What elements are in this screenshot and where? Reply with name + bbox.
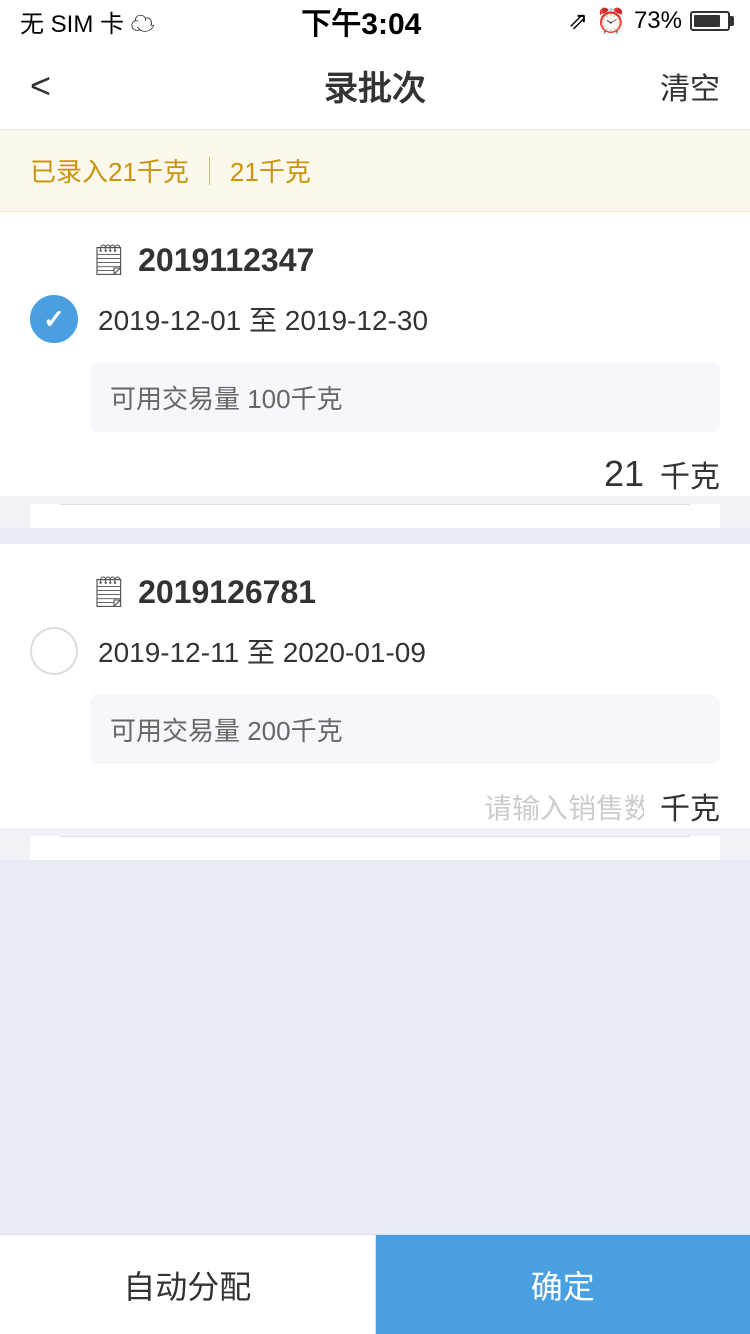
recorded-value: 21千克 xyxy=(230,152,311,189)
batch-id-row-1: 🗒 2019112347 xyxy=(30,242,720,279)
status-time: 下午3:04 xyxy=(301,0,421,43)
radio-button-1[interactable] xyxy=(30,295,78,343)
batch-date-1: 2019-12-01 至 2019-12-30 xyxy=(98,299,428,339)
status-right: ⇗ ⏰ 73% xyxy=(568,7,730,36)
qty-underline-1 xyxy=(30,504,720,528)
available-qty-box-1: 可用交易量 100千克 xyxy=(90,363,720,432)
radio-button-2[interactable] xyxy=(30,627,78,675)
qty-unit-1: 千克 xyxy=(660,452,720,496)
available-qty-2: 可用交易量 200千克 xyxy=(110,716,343,746)
qty-unit-2: 千克 xyxy=(660,784,720,828)
auto-distribute-button[interactable]: 自动分配 xyxy=(0,1235,376,1334)
signal-text: 无 SIM 卡 ☁ xyxy=(20,4,155,39)
batch-date-row-2[interactable]: 2019-12-11 至 2020-01-09 xyxy=(30,627,720,675)
clear-button[interactable]: 清空 xyxy=(660,64,720,108)
footer: 自动分配 确定 xyxy=(0,1234,750,1334)
batch-doc-icon-1: 🗒 xyxy=(90,243,128,278)
qty-input-2[interactable] xyxy=(484,785,644,827)
qty-input-1[interactable] xyxy=(484,453,644,495)
page-title: 录批次 xyxy=(324,61,426,110)
batch-doc-icon-2: 🗒 xyxy=(90,575,128,610)
status-left: 无 SIM 卡 ☁ xyxy=(20,4,155,39)
battery-icon xyxy=(690,11,730,31)
status-bar: 无 SIM 卡 ☁ 下午3:04 ⇗ ⏰ 73% xyxy=(0,0,750,42)
batch-id-1: 2019112347 xyxy=(138,242,314,279)
battery-percent: 73% xyxy=(634,7,682,35)
alarm-icon: ⏰ xyxy=(596,7,626,36)
batch-date-2: 2019-12-11 至 2020-01-09 xyxy=(98,631,426,671)
qty-input-row-2: 千克 xyxy=(0,764,750,828)
batch-item-1: 🗒 2019112347 2019-12-01 至 2019-12-30 可用交… xyxy=(0,212,750,432)
batch-id-2: 2019126781 xyxy=(138,574,316,611)
available-qty-box-2: 可用交易量 200千克 xyxy=(90,695,720,764)
batch-date-row-1[interactable]: 2019-12-01 至 2019-12-30 xyxy=(30,295,720,343)
section-divider xyxy=(0,528,750,544)
nav-bar: < 录批次 清空 xyxy=(0,42,750,130)
recorded-label: 已录入21千克 xyxy=(30,152,189,189)
qty-input-row-1: 千克 xyxy=(0,432,750,496)
available-qty-1: 可用交易量 100千克 xyxy=(110,384,343,414)
qty-underline-2 xyxy=(30,836,720,860)
batch-item-2: 🗒 2019126781 2019-12-11 至 2020-01-09 可用交… xyxy=(0,544,750,764)
batch-id-row-2: 🗒 2019126781 xyxy=(30,574,720,611)
confirm-button[interactable]: 确定 xyxy=(376,1235,750,1334)
location-icon: ⇗ xyxy=(568,7,588,36)
info-banner: 已录入21千克 21千克 xyxy=(0,130,750,212)
banner-divider xyxy=(209,157,210,185)
back-button[interactable]: < xyxy=(30,65,90,107)
